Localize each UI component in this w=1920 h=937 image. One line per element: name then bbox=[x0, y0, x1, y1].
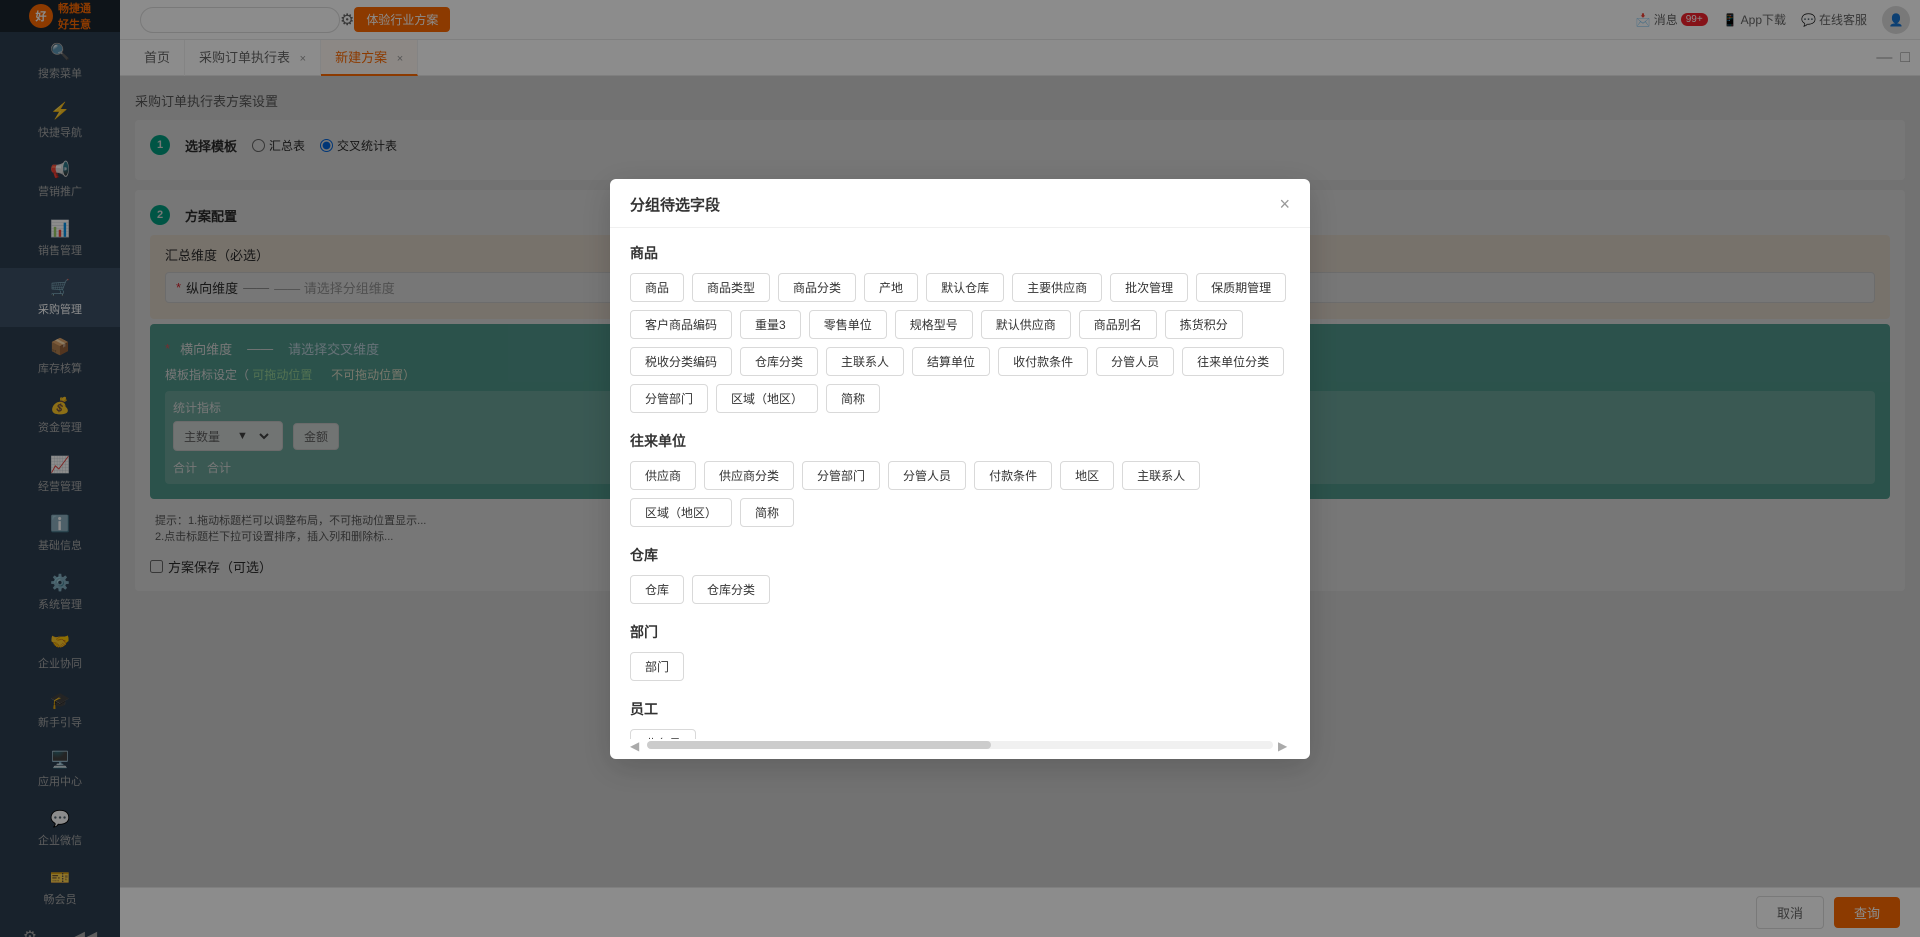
field-tag-managing-dept[interactable]: 分管部门 bbox=[630, 384, 708, 413]
field-tag-customer-code[interactable]: 客户商品编码 bbox=[630, 310, 732, 339]
field-group-employee: 员工 业务员 bbox=[630, 699, 1290, 739]
field-tag-settlement-unit[interactable]: 结算单位 bbox=[912, 347, 990, 376]
field-tag-pick-score[interactable]: 拣货积分 bbox=[1165, 310, 1243, 339]
scrollbar-left-arrow[interactable]: ◀ bbox=[630, 739, 642, 751]
modal-body[interactable]: 商品 商品 商品类型 商品分类 产地 默认仓库 主要供应商 批次管理 保质期管理… bbox=[610, 228, 1310, 739]
product-field-tags: 商品 商品类型 商品分类 产地 默认仓库 主要供应商 批次管理 保质期管理 客户… bbox=[630, 273, 1290, 413]
field-tag-short-name2[interactable]: 简称 bbox=[740, 498, 794, 527]
field-group-partner: 往来单位 供应商 供应商分类 分管部门 分管人员 付款条件 地区 主联系人 区域… bbox=[630, 431, 1290, 527]
field-group-warehouse: 仓库 仓库 仓库分类 bbox=[630, 545, 1290, 604]
field-tag-managing-dept2[interactable]: 分管部门 bbox=[802, 461, 880, 490]
field-tag-tax-code[interactable]: 税收分类编码 bbox=[630, 347, 732, 376]
field-tag-product-type[interactable]: 商品类型 bbox=[692, 273, 770, 302]
dept-field-tags: 部门 bbox=[630, 652, 1290, 681]
field-group-dept: 部门 部门 bbox=[630, 622, 1290, 681]
field-tag-short-name[interactable]: 简称 bbox=[826, 384, 880, 413]
field-tag-payment-terms[interactable]: 收付款条件 bbox=[998, 347, 1088, 376]
field-tag-salesperson[interactable]: 业务员 bbox=[630, 729, 696, 739]
field-tag-supplier-category[interactable]: 供应商分类 bbox=[704, 461, 794, 490]
group-title-warehouse: 仓库 bbox=[630, 545, 1290, 565]
field-tag-product-alias[interactable]: 商品别名 bbox=[1079, 310, 1157, 339]
field-tag-region-area2[interactable]: 区域（地区） bbox=[630, 498, 732, 527]
field-tag-region2[interactable]: 地区 bbox=[1060, 461, 1114, 490]
field-tag-origin[interactable]: 产地 bbox=[864, 273, 918, 302]
group-title-partner: 往来单位 bbox=[630, 431, 1290, 451]
modal-scrollbar-thumb bbox=[647, 741, 991, 749]
field-tag-main-contact2[interactable]: 主联系人 bbox=[1122, 461, 1200, 490]
field-tag-dept[interactable]: 部门 bbox=[630, 652, 684, 681]
field-tag-product[interactable]: 商品 bbox=[630, 273, 684, 302]
modal-close-button[interactable]: × bbox=[1279, 195, 1290, 213]
field-tag-warehouse[interactable]: 仓库 bbox=[630, 575, 684, 604]
employee-field-tags: 业务员 bbox=[630, 729, 1290, 739]
field-tag-warehouse-category[interactable]: 仓库分类 bbox=[740, 347, 818, 376]
modal-title: 分组待选字段 bbox=[630, 194, 720, 215]
scrollbar-right-arrow[interactable]: ▶ bbox=[1278, 739, 1290, 751]
group-title-employee: 员工 bbox=[630, 699, 1290, 719]
modal-dialog: 分组待选字段 × 商品 商品 商品类型 商品分类 产地 默认仓库 主要供应商 批… bbox=[610, 179, 1310, 759]
field-tag-default-supplier[interactable]: 默认供应商 bbox=[981, 310, 1071, 339]
field-tag-shelf-life[interactable]: 保质期管理 bbox=[1196, 273, 1286, 302]
field-tag-partner-category[interactable]: 往来单位分类 bbox=[1182, 347, 1284, 376]
field-tag-payment-cond[interactable]: 付款条件 bbox=[974, 461, 1052, 490]
modal-scrollbar-track[interactable] bbox=[647, 741, 1273, 749]
field-tag-main-contact[interactable]: 主联系人 bbox=[826, 347, 904, 376]
field-tag-product-category[interactable]: 商品分类 bbox=[778, 273, 856, 302]
field-tag-main-supplier[interactable]: 主要供应商 bbox=[1012, 273, 1102, 302]
group-title-product: 商品 bbox=[630, 243, 1290, 263]
field-tag-retail-unit[interactable]: 零售单位 bbox=[809, 310, 887, 339]
field-tag-dept-manager[interactable]: 分管人员 bbox=[1096, 347, 1174, 376]
warehouse-field-tags: 仓库 仓库分类 bbox=[630, 575, 1290, 604]
field-tag-weight3[interactable]: 重量3 bbox=[740, 310, 801, 339]
field-tag-spec-model[interactable]: 规格型号 bbox=[895, 310, 973, 339]
modal-header: 分组待选字段 × bbox=[610, 179, 1310, 228]
field-tag-batch-mgmt[interactable]: 批次管理 bbox=[1110, 273, 1188, 302]
modal-scrollbar-container: ◀ ▶ bbox=[610, 739, 1310, 759]
modal-overlay: 分组待选字段 × 商品 商品 商品类型 商品分类 产地 默认仓库 主要供应商 批… bbox=[0, 0, 1920, 937]
field-tag-region-area[interactable]: 区域（地区） bbox=[716, 384, 818, 413]
group-title-dept: 部门 bbox=[630, 622, 1290, 642]
field-group-product: 商品 商品 商品类型 商品分类 产地 默认仓库 主要供应商 批次管理 保质期管理… bbox=[630, 243, 1290, 413]
field-tag-default-warehouse[interactable]: 默认仓库 bbox=[926, 273, 1004, 302]
field-tag-warehouse-cat[interactable]: 仓库分类 bbox=[692, 575, 770, 604]
field-tag-managing-person2[interactable]: 分管人员 bbox=[888, 461, 966, 490]
partner-field-tags: 供应商 供应商分类 分管部门 分管人员 付款条件 地区 主联系人 区域（地区） … bbox=[630, 461, 1290, 527]
field-tag-supplier[interactable]: 供应商 bbox=[630, 461, 696, 490]
